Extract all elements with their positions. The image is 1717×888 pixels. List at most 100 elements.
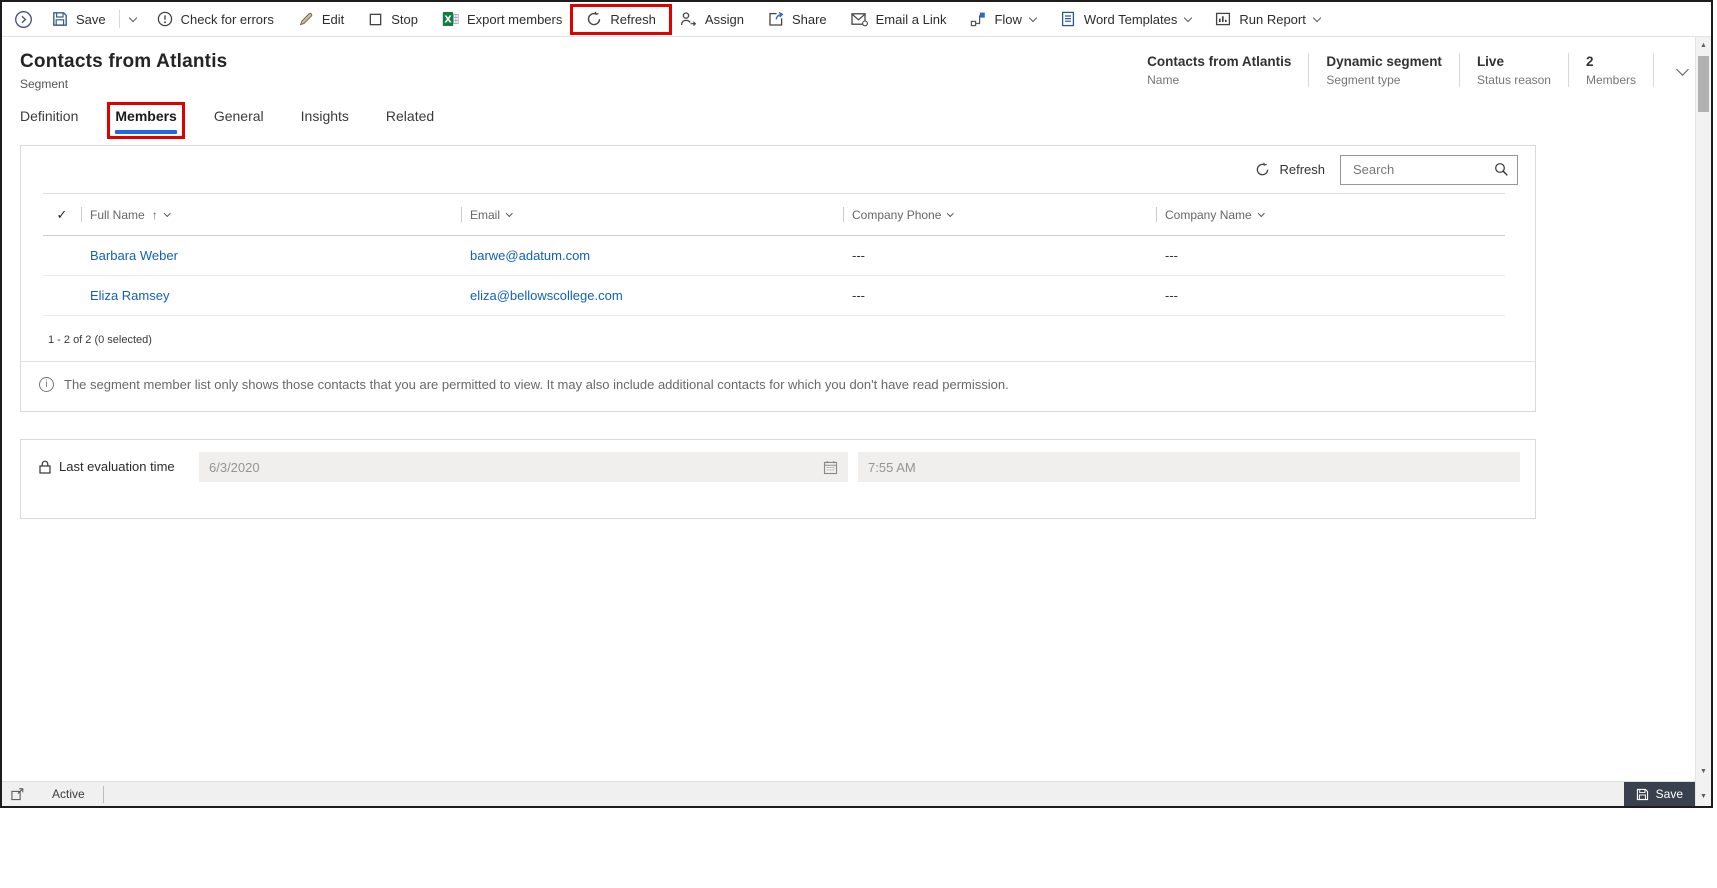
column-header-full-name[interactable]: Full Name ↑	[81, 194, 461, 235]
share-button[interactable]: Share	[756, 2, 839, 36]
tab-definition[interactable]: Definition	[20, 108, 78, 134]
column-header-email[interactable]: Email	[461, 194, 843, 235]
refresh-button-highlighted[interactable]: Refresh	[570, 2, 672, 36]
tab-label: Insights	[300, 108, 349, 124]
check-for-errors-button[interactable]: Check for errors	[145, 2, 286, 36]
vertical-scrollbar[interactable]: ▲ ▼ ▼	[1695, 37, 1711, 806]
popout-button[interactable]	[10, 787, 25, 801]
column-label: Full Name	[90, 207, 145, 222]
command-bar: Save Check for errors Edit Stop X Export…	[2, 2, 1711, 37]
chevron-down-icon	[1184, 13, 1193, 22]
column-label: Email	[470, 207, 501, 222]
stop-button[interactable]: Stop	[356, 2, 430, 36]
commandbar-divider	[118, 10, 120, 28]
company-phone-value: ---	[852, 248, 865, 263]
tab-members[interactable]: Members	[107, 102, 186, 139]
refresh-icon	[588, 11, 601, 26]
scroll-down-arrow-icon[interactable]: ▼	[1696, 768, 1711, 775]
chevron-down-icon	[163, 210, 171, 217]
expand-commandbar-button[interactable]	[6, 2, 40, 36]
company-phone-value: ---	[852, 288, 865, 303]
refresh-label: Refresh	[610, 11, 656, 27]
scrollbar-thumb[interactable]	[1698, 56, 1709, 112]
search-input[interactable]	[1351, 161, 1488, 178]
evaluation-time-field[interactable]: 7:55 AM	[858, 452, 1520, 482]
save-button[interactable]: Save	[40, 2, 118, 36]
export-members-button[interactable]: X Export members	[430, 2, 574, 36]
chevron-down-icon	[506, 210, 513, 217]
tab-label: Related	[385, 108, 435, 124]
sort-ascending-icon: ↑	[151, 207, 158, 222]
popout-icon	[11, 788, 24, 801]
collapse-header-button[interactable]	[1672, 55, 1693, 85]
contact-link[interactable]: Barbara Weber	[90, 248, 178, 263]
email-a-link-button[interactable]: Email a Link	[839, 2, 959, 36]
grid-search-box[interactable]	[1340, 154, 1518, 185]
footer-divider	[102, 785, 104, 803]
column-label: Company Name	[1165, 207, 1252, 222]
table-row[interactable]: Eliza Ramsey eliza@bellowscollege.com --…	[43, 276, 1505, 316]
summary-field-status-reason: Live Status reason	[1460, 53, 1569, 87]
members-grid: ✓ Full Name ↑ Email Company Phone Compan…	[43, 193, 1505, 316]
evaluation-panel: Last evaluation time 6/3/2020 7:55 AM	[20, 439, 1536, 519]
email-link[interactable]: barwe@adatum.com	[470, 248, 590, 263]
evaluation-date-field[interactable]: 6/3/2020	[199, 452, 848, 482]
chevron-down-icon	[1312, 13, 1322, 22]
permission-notice-text: The segment member list only shows those…	[64, 377, 1009, 392]
row-checkbox[interactable]	[43, 276, 81, 315]
record-title-block: Contacts from Atlantis Segment	[20, 51, 227, 91]
summary-value: 2	[1585, 54, 1594, 69]
scroll-corner-arrow-icon[interactable]: ▼	[1696, 793, 1711, 800]
tab-label: Members	[115, 108, 177, 124]
tab-insights[interactable]: Insights	[301, 108, 349, 134]
export-members-label: Export members	[467, 11, 563, 27]
select-all-checkmark-icon: ✓	[56, 206, 68, 222]
refresh-icon	[1257, 162, 1269, 176]
word-templates-button[interactable]: Word Templates	[1048, 2, 1203, 36]
edit-button[interactable]: Edit	[286, 2, 356, 36]
grid-toolbar: Refresh	[21, 146, 1535, 193]
tab-general[interactable]: General	[214, 108, 264, 134]
info-icon: i	[39, 377, 54, 392]
footer-save-label: Save	[1655, 787, 1683, 801]
tab-related[interactable]: Related	[386, 108, 434, 134]
footer-save-button[interactable]: Save	[1623, 781, 1695, 806]
excel-icon: X	[442, 12, 459, 26]
check-for-errors-label: Check for errors	[180, 11, 274, 27]
date-value: 6/3/2020	[209, 459, 260, 475]
email-a-link-label: Email a Link	[875, 11, 947, 27]
word-icon	[1061, 11, 1074, 27]
summary-field-members: 2 Members	[1569, 53, 1654, 87]
row-checkbox[interactable]	[43, 236, 81, 275]
grid-refresh-button[interactable]: Refresh	[1255, 162, 1325, 177]
column-header-company-phone[interactable]: Company Phone	[843, 194, 1156, 235]
tab-label: Definition	[20, 108, 79, 124]
tab-strip: Definition Members General Insights Rela…	[20, 102, 1711, 139]
company-name-value: ---	[1165, 288, 1178, 303]
chevron-down-icon	[1676, 63, 1689, 76]
contact-link[interactable]: Eliza Ramsey	[90, 288, 169, 303]
table-row[interactable]: Barbara Weber barwe@adatum.com --- ---	[43, 236, 1505, 276]
summary-field-name: Contacts from Atlantis Name	[1130, 53, 1310, 87]
assign-label: Assign	[704, 11, 744, 27]
calendar-icon[interactable]	[823, 460, 838, 475]
save-icon	[53, 12, 67, 26]
grid-refresh-label: Refresh	[1279, 162, 1325, 177]
save-icon	[1636, 788, 1648, 800]
column-divider	[843, 207, 844, 222]
run-report-button[interactable]: Run Report	[1203, 2, 1331, 36]
header-summary-fields: Contacts from Atlantis Name Dynamic segm…	[1130, 53, 1701, 87]
assign-button[interactable]: Assign	[668, 2, 756, 36]
flow-button[interactable]: Flow	[958, 2, 1047, 36]
select-all-checkbox[interactable]: ✓	[43, 194, 81, 235]
scroll-up-arrow-icon[interactable]: ▲	[1696, 42, 1711, 49]
column-header-company-name[interactable]: Company Name	[1156, 194, 1505, 235]
word-templates-label: Word Templates	[1083, 11, 1178, 27]
search-icon[interactable]	[1494, 162, 1509, 177]
lock-icon	[39, 460, 51, 474]
summary-label: Status reason	[1476, 73, 1551, 87]
save-dropdown-button[interactable]	[121, 2, 145, 36]
share-label: Share	[791, 11, 827, 27]
active-tab-underline	[115, 130, 177, 134]
email-link[interactable]: eliza@bellowscollege.com	[470, 288, 623, 303]
